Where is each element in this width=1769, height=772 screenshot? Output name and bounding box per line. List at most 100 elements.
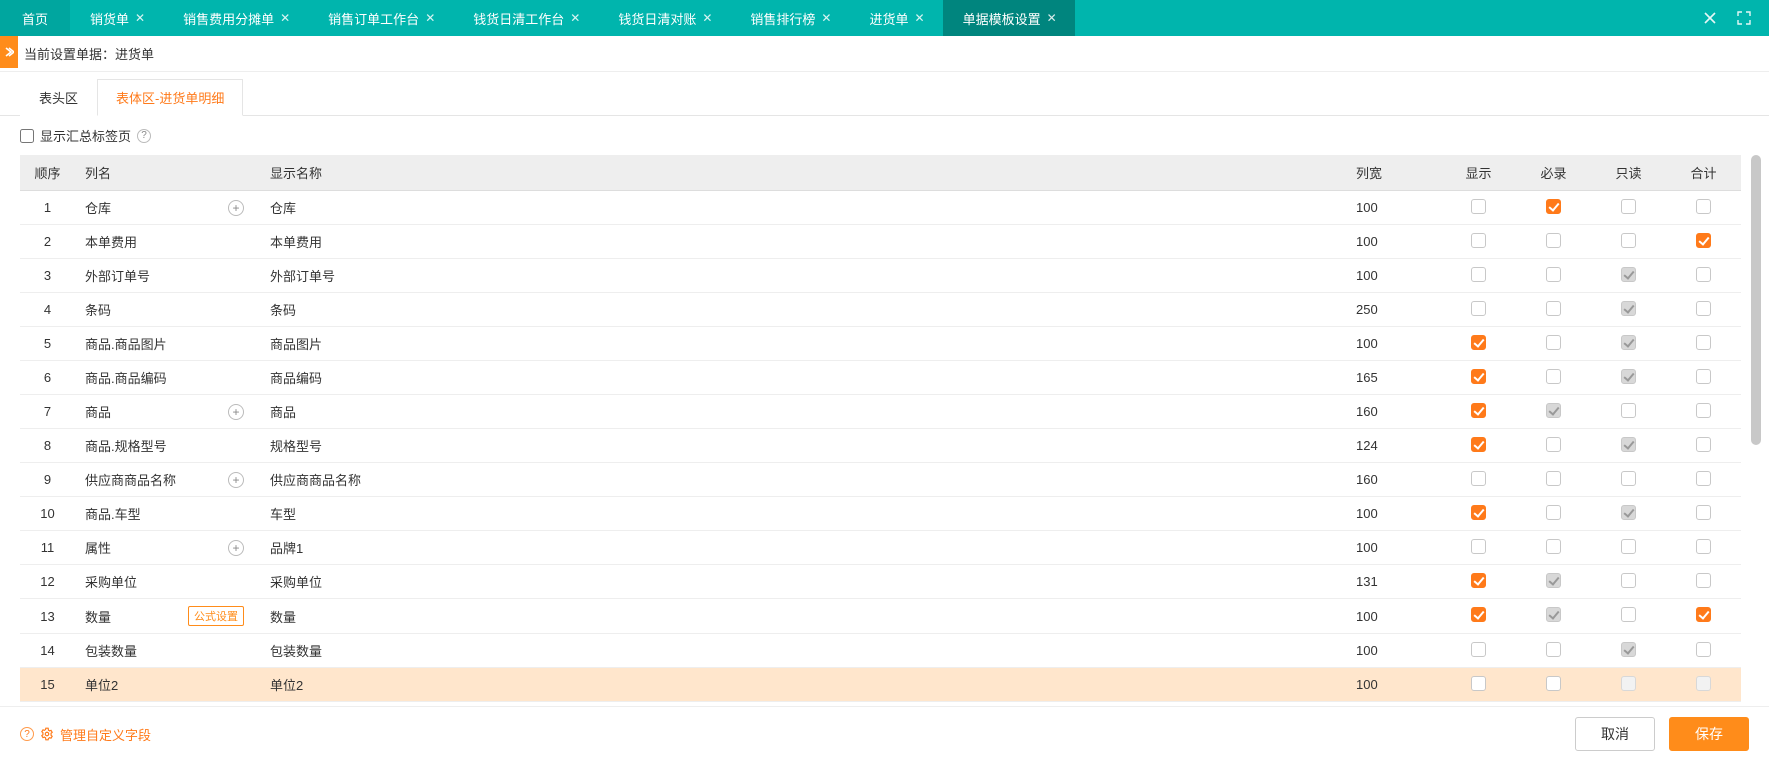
checkbox-required[interactable]	[1546, 369, 1561, 384]
cell-display-name[interactable]: 条码	[260, 293, 1346, 327]
tab-close-icon[interactable]: ✕	[280, 11, 290, 25]
checkbox-show[interactable]	[1471, 642, 1486, 657]
cell-width[interactable]: 100	[1346, 599, 1441, 634]
checkbox-total[interactable]	[1696, 403, 1711, 418]
checkbox-required[interactable]	[1546, 233, 1561, 248]
checkbox-total[interactable]	[1696, 573, 1711, 588]
checkbox-total[interactable]	[1696, 471, 1711, 486]
checkbox-readonly[interactable]	[1621, 403, 1636, 418]
table-row[interactable]: 2本单费用本单费用100	[20, 225, 1741, 259]
cell-width[interactable]: 100	[1346, 327, 1441, 361]
checkbox-readonly[interactable]	[1621, 539, 1636, 554]
checkbox-required[interactable]	[1546, 437, 1561, 452]
checkbox-required[interactable]	[1546, 335, 1561, 350]
table-row[interactable]: 4条码条码250	[20, 293, 1741, 327]
checkbox-total[interactable]	[1696, 199, 1711, 214]
checkbox-total[interactable]	[1696, 505, 1711, 520]
cell-display-name[interactable]: 商品图片	[260, 327, 1346, 361]
checkbox-total[interactable]	[1696, 301, 1711, 316]
checkbox-total[interactable]	[1696, 539, 1711, 554]
checkbox-total[interactable]	[1696, 233, 1711, 248]
table-row[interactable]: 8商品.规格型号规格型号124	[20, 429, 1741, 463]
checkbox-required[interactable]	[1546, 301, 1561, 316]
table-row[interactable]: 7商品+商品160	[20, 395, 1741, 429]
cell-width[interactable]: 131	[1346, 565, 1441, 599]
cell-width[interactable]: 100	[1346, 225, 1441, 259]
checkbox-required[interactable]	[1546, 267, 1561, 282]
cancel-button[interactable]: 取消	[1575, 717, 1655, 751]
cell-display-name[interactable]: 外部订单号	[260, 259, 1346, 293]
top-tab[interactable]: 销售费用分摊单✕	[163, 0, 308, 36]
sub-tab[interactable]: 表头区	[20, 79, 97, 116]
table-row[interactable]: 14包装数量包装数量100	[20, 634, 1741, 668]
tab-close-icon[interactable]: ✕	[821, 11, 831, 25]
checkbox-show[interactable]	[1471, 505, 1486, 520]
checkbox-total[interactable]	[1696, 369, 1711, 384]
cell-width[interactable]: 124	[1346, 429, 1441, 463]
formula-settings-badge[interactable]: 公式设置	[188, 606, 244, 626]
checkbox-total[interactable]	[1696, 642, 1711, 657]
table-row[interactable]: 9供应商商品名称+供应商商品名称160	[20, 463, 1741, 497]
save-button[interactable]: 保存	[1669, 717, 1749, 751]
cell-display-name[interactable]: 本单费用	[260, 225, 1346, 259]
cell-width[interactable]: 160	[1346, 463, 1441, 497]
cell-width[interactable]: 100	[1346, 531, 1441, 565]
cell-width[interactable]: 100	[1346, 497, 1441, 531]
checkbox-show[interactable]	[1471, 335, 1486, 350]
top-tab[interactable]: 钱货日清对账✕	[598, 0, 730, 36]
cell-display-name[interactable]: 规格型号	[260, 429, 1346, 463]
checkbox-show[interactable]	[1471, 267, 1486, 282]
checkbox-readonly[interactable]	[1621, 199, 1636, 214]
checkbox-required[interactable]	[1546, 471, 1561, 486]
top-tab[interactable]: 销售订单工作台✕	[308, 0, 453, 36]
checkbox-show[interactable]	[1471, 199, 1486, 214]
cell-width[interactable]: 160	[1346, 395, 1441, 429]
table-row[interactable]: 12采购单位采购单位131	[20, 565, 1741, 599]
checkbox-required[interactable]	[1546, 642, 1561, 657]
cell-display-name[interactable]: 单位2	[260, 668, 1346, 702]
close-all-tabs-icon[interactable]	[1699, 7, 1721, 29]
top-tab[interactable]: 首页	[0, 0, 70, 36]
cell-width[interactable]: 250	[1346, 293, 1441, 327]
add-child-icon[interactable]: +	[228, 472, 244, 488]
checkbox-readonly[interactable]	[1621, 607, 1636, 622]
show-summary-tab-checkbox[interactable]	[20, 129, 34, 143]
cell-display-name[interactable]: 包装数量	[260, 634, 1346, 668]
checkbox-show[interactable]	[1471, 403, 1486, 418]
checkbox-required[interactable]	[1546, 505, 1561, 520]
cell-display-name[interactable]: 仓库	[260, 191, 1346, 225]
tab-close-icon[interactable]: ✕	[425, 11, 435, 25]
top-tab[interactable]: 进货单✕	[849, 0, 942, 36]
checkbox-show[interactable]	[1471, 676, 1486, 691]
cell-display-name[interactable]: 数量	[260, 599, 1346, 634]
manage-custom-fields-link[interactable]: ? 管理自定义字段	[20, 725, 151, 744]
checkbox-required[interactable]	[1546, 676, 1561, 691]
checkbox-total[interactable]	[1696, 607, 1711, 622]
table-row[interactable]: 13数量公式设置数量100	[20, 599, 1741, 634]
checkbox-total[interactable]	[1696, 335, 1711, 350]
sub-tab[interactable]: 表体区-进货单明细	[97, 79, 243, 116]
help-footer-icon[interactable]: ?	[20, 727, 34, 741]
cell-display-name[interactable]: 采购单位	[260, 565, 1346, 599]
help-icon[interactable]: ?	[137, 129, 151, 143]
checkbox-show[interactable]	[1471, 233, 1486, 248]
checkbox-show[interactable]	[1471, 437, 1486, 452]
checkbox-required[interactable]	[1546, 199, 1561, 214]
tab-close-icon[interactable]: ✕	[570, 11, 580, 25]
cell-display-name[interactable]: 供应商商品名称	[260, 463, 1346, 497]
add-child-icon[interactable]: +	[228, 200, 244, 216]
table-row[interactable]: 6商品.商品编码商品编码165	[20, 361, 1741, 395]
tab-close-icon[interactable]: ✕	[915, 11, 925, 25]
checkbox-required[interactable]	[1546, 539, 1561, 554]
table-row[interactable]: 11属性+品牌1100	[20, 531, 1741, 565]
cell-width[interactable]: 100	[1346, 634, 1441, 668]
cell-display-name[interactable]: 车型	[260, 497, 1346, 531]
top-tab[interactable]: 销货单✕	[70, 0, 163, 36]
tab-close-icon[interactable]: ✕	[702, 11, 712, 25]
fullscreen-icon[interactable]	[1733, 7, 1755, 29]
cell-width[interactable]: 100	[1346, 668, 1441, 702]
table-row[interactable]: 10商品.车型车型100	[20, 497, 1741, 531]
cell-width[interactable]: 100	[1346, 259, 1441, 293]
table-row[interactable]: 15单位2单位2100	[20, 668, 1741, 702]
checkbox-readonly[interactable]	[1621, 233, 1636, 248]
